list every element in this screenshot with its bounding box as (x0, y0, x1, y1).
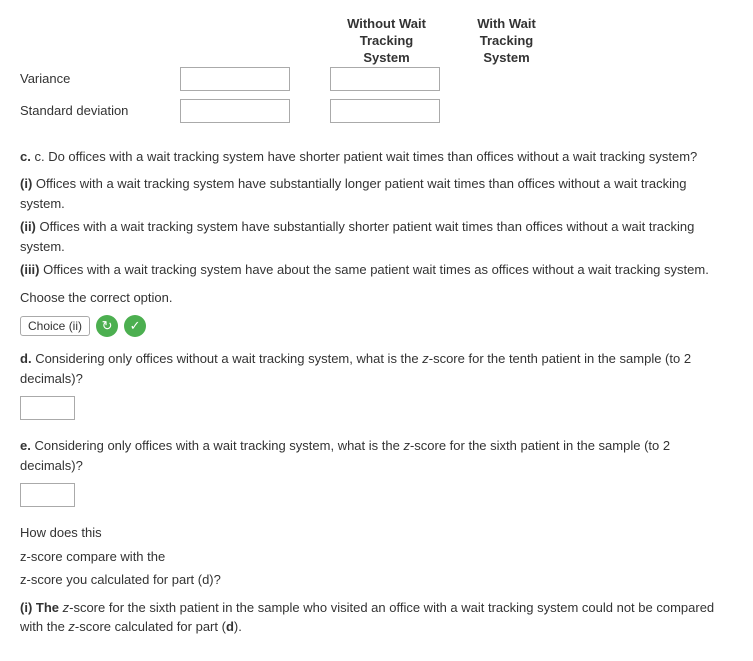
variance-without-cell[interactable] (180, 67, 290, 91)
col-header-with: With WaitTracking System (447, 16, 567, 67)
sub-answer: (i) The z-score for the sixth patient in… (20, 598, 733, 637)
choice-badge: Choice (ii) (20, 316, 90, 336)
choice-row: Choice (ii) ↻ ✓ (20, 315, 733, 337)
instruction-text: Choose the correct option. (20, 288, 733, 308)
part-e-label: e. (20, 438, 31, 453)
option-iii-label: (iii) (20, 262, 40, 277)
comparison-line-1: How does this (20, 523, 733, 543)
option-ii-label: (ii) (20, 219, 36, 234)
part-d-label: d. (20, 351, 32, 366)
option-iii-text: Offices with a wait tracking system have… (40, 262, 709, 277)
sub-text: z-score for the sixth patient in the sam… (20, 600, 714, 635)
stddev-row: Standard deviation (20, 99, 733, 123)
comparison-line-3: z-score you calculated for part (d)? (20, 570, 733, 590)
stats-table: Without WaitTracking System With WaitTra… (20, 16, 733, 131)
choose-instruction: Choose the correct option. (20, 288, 733, 308)
variance-label: Variance (20, 71, 180, 86)
stddev-label: Standard deviation (20, 103, 180, 118)
part-c-text: c. Do offices with a wait tracking syste… (34, 149, 697, 164)
option-i: (i) Offices with a wait tracking system … (20, 174, 733, 213)
part-d-section: d. Considering only offices without a wa… (20, 349, 733, 428)
part-d-question: d. Considering only offices without a wa… (20, 349, 733, 388)
part-e-question: e. Considering only offices with a wait … (20, 436, 733, 475)
variance-without-input[interactable] (180, 67, 290, 91)
comparison-line-2: z-score compare with the (20, 547, 733, 567)
part-e-section: e. Considering only offices with a wait … (20, 436, 733, 515)
part-e-input[interactable] (20, 483, 75, 507)
variance-with-cell[interactable] (330, 67, 440, 91)
refresh-icon[interactable]: ↻ (96, 315, 118, 337)
option-ii: (ii) Offices with a wait tracking system… (20, 217, 733, 256)
variance-row: Variance (20, 67, 733, 91)
sub-label: (i) The (20, 600, 59, 615)
part-d-text: Considering only offices without a wait … (20, 351, 691, 386)
part-d-input[interactable] (20, 396, 75, 420)
option-i-text: Offices with a wait tracking system have… (20, 176, 686, 211)
sub-answer-block: (i) The z-score for the sixth patient in… (20, 598, 733, 637)
option-ii-text: Offices with a wait tracking system have… (20, 219, 694, 254)
comparison-block: How does this z-score compare with the z… (20, 523, 733, 590)
part-c-question: c. c. Do offices with a wait tracking sy… (20, 147, 733, 167)
part-c-label: c. (20, 149, 31, 164)
variance-with-input[interactable] (330, 67, 440, 91)
option-iii: (iii) Offices with a wait tracking syste… (20, 260, 733, 280)
check-icon: ✓ (124, 315, 146, 337)
stddev-with-cell[interactable] (330, 99, 440, 123)
col-header-without: Without WaitTracking System (327, 16, 447, 67)
stddev-without-cell[interactable] (180, 99, 290, 123)
stddev-without-input[interactable] (180, 99, 290, 123)
options-block: (i) Offices with a wait tracking system … (20, 174, 733, 280)
stddev-with-input[interactable] (330, 99, 440, 123)
option-i-label: (i) (20, 176, 32, 191)
part-e-text: Considering only offices with a wait tra… (20, 438, 670, 473)
